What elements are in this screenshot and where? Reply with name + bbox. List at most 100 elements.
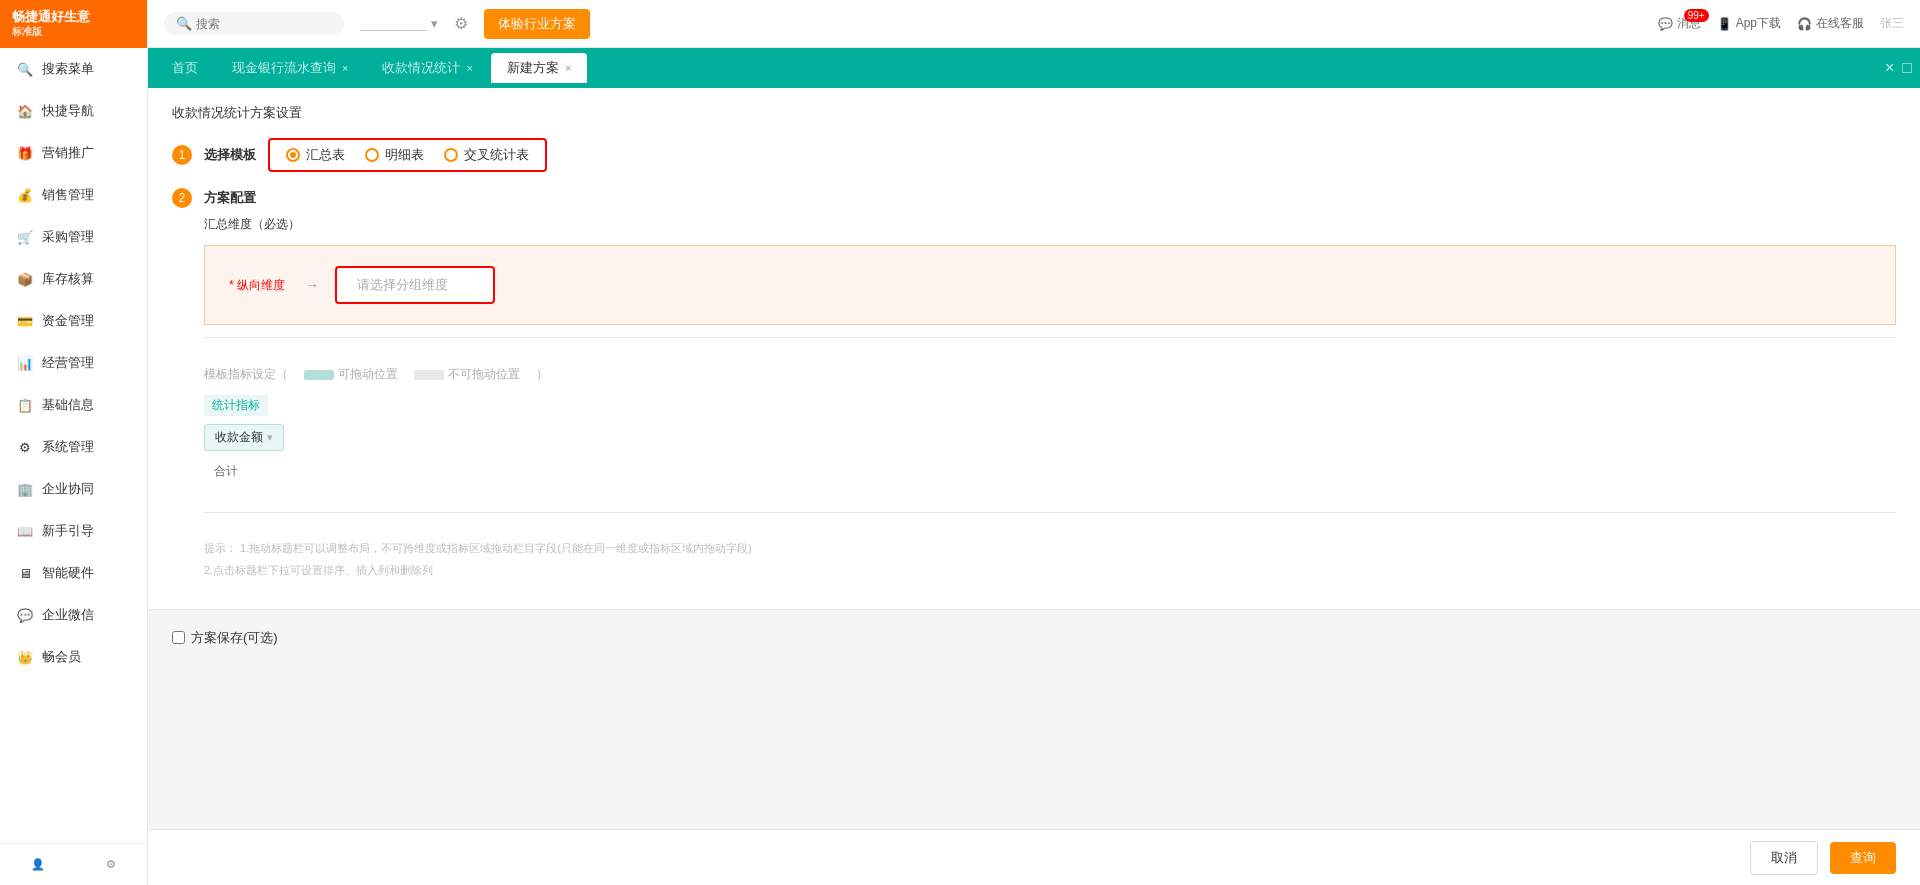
sidebar-item-inventory[interactable]: 📦 库存核算	[0, 258, 147, 300]
topbar: 🔍 __________ ▾ ⚙ 体验行业方案 💬 消息 99+ 📱 App下载…	[148, 0, 1920, 48]
sidebar: 畅捷通好生意 标准版 🔍 搜索菜单 🏠 快捷导航 🎁 营销推广 💰 销售管理 🛒…	[0, 0, 148, 885]
sidebar-item-label: 快捷导航	[42, 102, 94, 120]
tabs-bar: 首页 现金银行流水查询 × 收款情况统计 × 新建方案 × × □	[148, 48, 1920, 88]
maximize-icon[interactable]: □	[1902, 59, 1912, 77]
tab-receipt-stats[interactable]: 收款情况统计 ×	[366, 53, 488, 83]
sidebar-item-label: 营销推广	[42, 144, 94, 162]
metric-arrow[interactable]: ▾	[267, 431, 273, 444]
orange-section: * 纵向维度 → 请选择分组维度	[204, 245, 1896, 325]
dropdown-text: __________	[360, 17, 427, 31]
sidebar-logo: 畅捷通好生意 标准版	[0, 0, 147, 48]
radio-detail[interactable]: 明细表	[365, 146, 424, 164]
settings-icon: ⚙	[106, 858, 116, 871]
operations-icon: 📊	[16, 354, 34, 372]
sidebar-item-finance[interactable]: 💳 资金管理	[0, 300, 147, 342]
sidebar-item-label: 企业微信	[42, 606, 94, 624]
system-icon: ⚙	[16, 438, 34, 456]
gear-button[interactable]: ⚙	[454, 14, 468, 33]
sidebar-user[interactable]: 👤	[25, 852, 51, 877]
template-radio-group: 汇总表 明细表 交叉统计表	[268, 138, 547, 172]
stats-label: 统计指标	[204, 395, 268, 416]
vertical-label: * 纵向维度	[229, 277, 285, 294]
step2-header-row: 2 方案配置	[172, 188, 1896, 208]
message-icon: 💬	[1658, 17, 1673, 31]
sidebar-item-purchase[interactable]: 🛒 采购管理	[0, 216, 147, 258]
search-box[interactable]: 🔍	[164, 12, 344, 35]
radio-summary-label: 汇总表	[306, 146, 345, 164]
tab-receipt-stats-close[interactable]: ×	[466, 62, 472, 74]
chevron-down-icon: ▾	[431, 16, 438, 31]
trial-button[interactable]: 体验行业方案	[484, 9, 590, 39]
tab-home-label: 首页	[172, 59, 198, 77]
legend-fixed: 不可拖动位置	[414, 366, 520, 383]
step2-label: 方案配置	[204, 189, 256, 207]
metric-tag[interactable]: 收款金额 ▾	[204, 424, 284, 451]
sidebar-item-label: 企业协同	[42, 480, 94, 498]
support-label: 在线客服	[1816, 15, 1864, 32]
tab-bank-flow-close[interactable]: ×	[342, 62, 348, 74]
legend-close-bracket: ）	[536, 366, 548, 383]
sidebar-bottom: 👤 ⚙	[0, 843, 147, 885]
tab-bank-flow[interactable]: 现金银行流水查询 ×	[216, 53, 364, 83]
save-checkbox[interactable]: 方案保存(可选)	[172, 629, 278, 647]
close-window-icon[interactable]: ×	[1885, 59, 1894, 77]
bottom-bar: 方案保存(可选)	[148, 609, 1920, 665]
enterprise-icon: 🏢	[16, 480, 34, 498]
save-checkbox-input[interactable]	[172, 631, 185, 644]
tip-line1: 提示： 1.拖动标题栏可以调整布局，不可跨维度或指标区域拖动栏目字段(只能在同一…	[204, 537, 1896, 559]
sidebar-item-guide[interactable]: 📖 新手引导	[0, 510, 147, 552]
topbar-dropdown[interactable]: __________ ▾	[360, 16, 438, 31]
hardware-icon: 🖥	[16, 564, 34, 582]
content-inner: 收款情况统计方案设置 1 选择模板 汇总表 明细表 交叉统计	[148, 88, 1920, 609]
sidebar-item-label: 资金管理	[42, 312, 94, 330]
query-button[interactable]: 查询	[1830, 842, 1896, 874]
radio-summary[interactable]: 汇总表	[286, 146, 345, 164]
logo-badge: 标准版	[12, 25, 90, 39]
sidebar-item-label: 库存核算	[42, 270, 94, 288]
metrics-section-title: 模板指标设定（	[204, 366, 288, 383]
legend-row: 模板指标设定（ 可拖动位置 不可拖动位置 ）	[204, 366, 1896, 383]
sidebar-item-system[interactable]: ⚙ 系统管理	[0, 426, 147, 468]
app-download-button[interactable]: 📱 App下载	[1717, 15, 1781, 32]
tab-new-plan-label: 新建方案	[507, 59, 559, 77]
content-area: 收款情况统计方案设置 1 选择模板 汇总表 明细表 交叉统计	[148, 88, 1920, 885]
support-button[interactable]: 🎧 在线客服	[1797, 15, 1864, 32]
sales-icon: 💰	[16, 186, 34, 204]
sidebar-item-label: 经营管理	[42, 354, 94, 372]
sidebar-item-operations[interactable]: 📊 经营管理	[0, 342, 147, 384]
save-checkbox-label: 方案保存(可选)	[191, 629, 278, 647]
sidebar-settings[interactable]: ⚙	[100, 852, 122, 877]
finance-icon: 💳	[16, 312, 34, 330]
sidebar-item-search-menu[interactable]: 🔍 搜索菜单	[0, 48, 147, 90]
quick-nav-icon: 🏠	[16, 102, 34, 120]
sidebar-item-sales[interactable]: 💰 销售管理	[0, 174, 147, 216]
sidebar-item-basic-info[interactable]: 📋 基础信息	[0, 384, 147, 426]
messages-button[interactable]: 💬 消息 99+	[1658, 15, 1701, 32]
dimension-row: * 纵向维度 → 请选择分组维度	[229, 266, 1871, 304]
dimension-select[interactable]: 请选择分组维度	[335, 266, 495, 304]
sidebar-item-wechat[interactable]: 💬 企业微信	[0, 594, 147, 636]
metric-tag-label: 收款金额	[215, 429, 263, 446]
search-input[interactable]	[196, 17, 316, 31]
sidebar-item-enterprise[interactable]: 🏢 企业协同	[0, 468, 147, 510]
tab-new-plan[interactable]: 新建方案 ×	[491, 53, 587, 83]
tab-new-plan-close[interactable]: ×	[565, 62, 571, 74]
user-name[interactable]: 张三	[1880, 15, 1904, 32]
inventory-icon: 📦	[16, 270, 34, 288]
download-label: App下载	[1736, 15, 1781, 32]
radio-cross[interactable]: 交叉统计表	[444, 146, 529, 164]
cancel-button[interactable]: 取消	[1750, 841, 1818, 875]
sidebar-item-member[interactable]: 👑 畅会员	[0, 636, 147, 678]
footer-buttons: 取消 查询	[148, 829, 1920, 885]
sidebar-item-hardware[interactable]: 🖥 智能硬件	[0, 552, 147, 594]
legend-draggable: 可拖动位置	[304, 366, 398, 383]
sidebar-item-label: 采购管理	[42, 228, 94, 246]
tabs-actions: × □	[1885, 59, 1912, 77]
sidebar-item-marketing[interactable]: 🎁 营销推广	[0, 132, 147, 174]
sidebar-item-label: 基础信息	[42, 396, 94, 414]
tab-home[interactable]: 首页	[156, 53, 214, 83]
tab-receipt-stats-label: 收款情况统计	[382, 59, 460, 77]
legend-draggable-box	[304, 370, 334, 380]
radio-cross-label: 交叉统计表	[464, 146, 529, 164]
sidebar-item-quick-nav[interactable]: 🏠 快捷导航	[0, 90, 147, 132]
